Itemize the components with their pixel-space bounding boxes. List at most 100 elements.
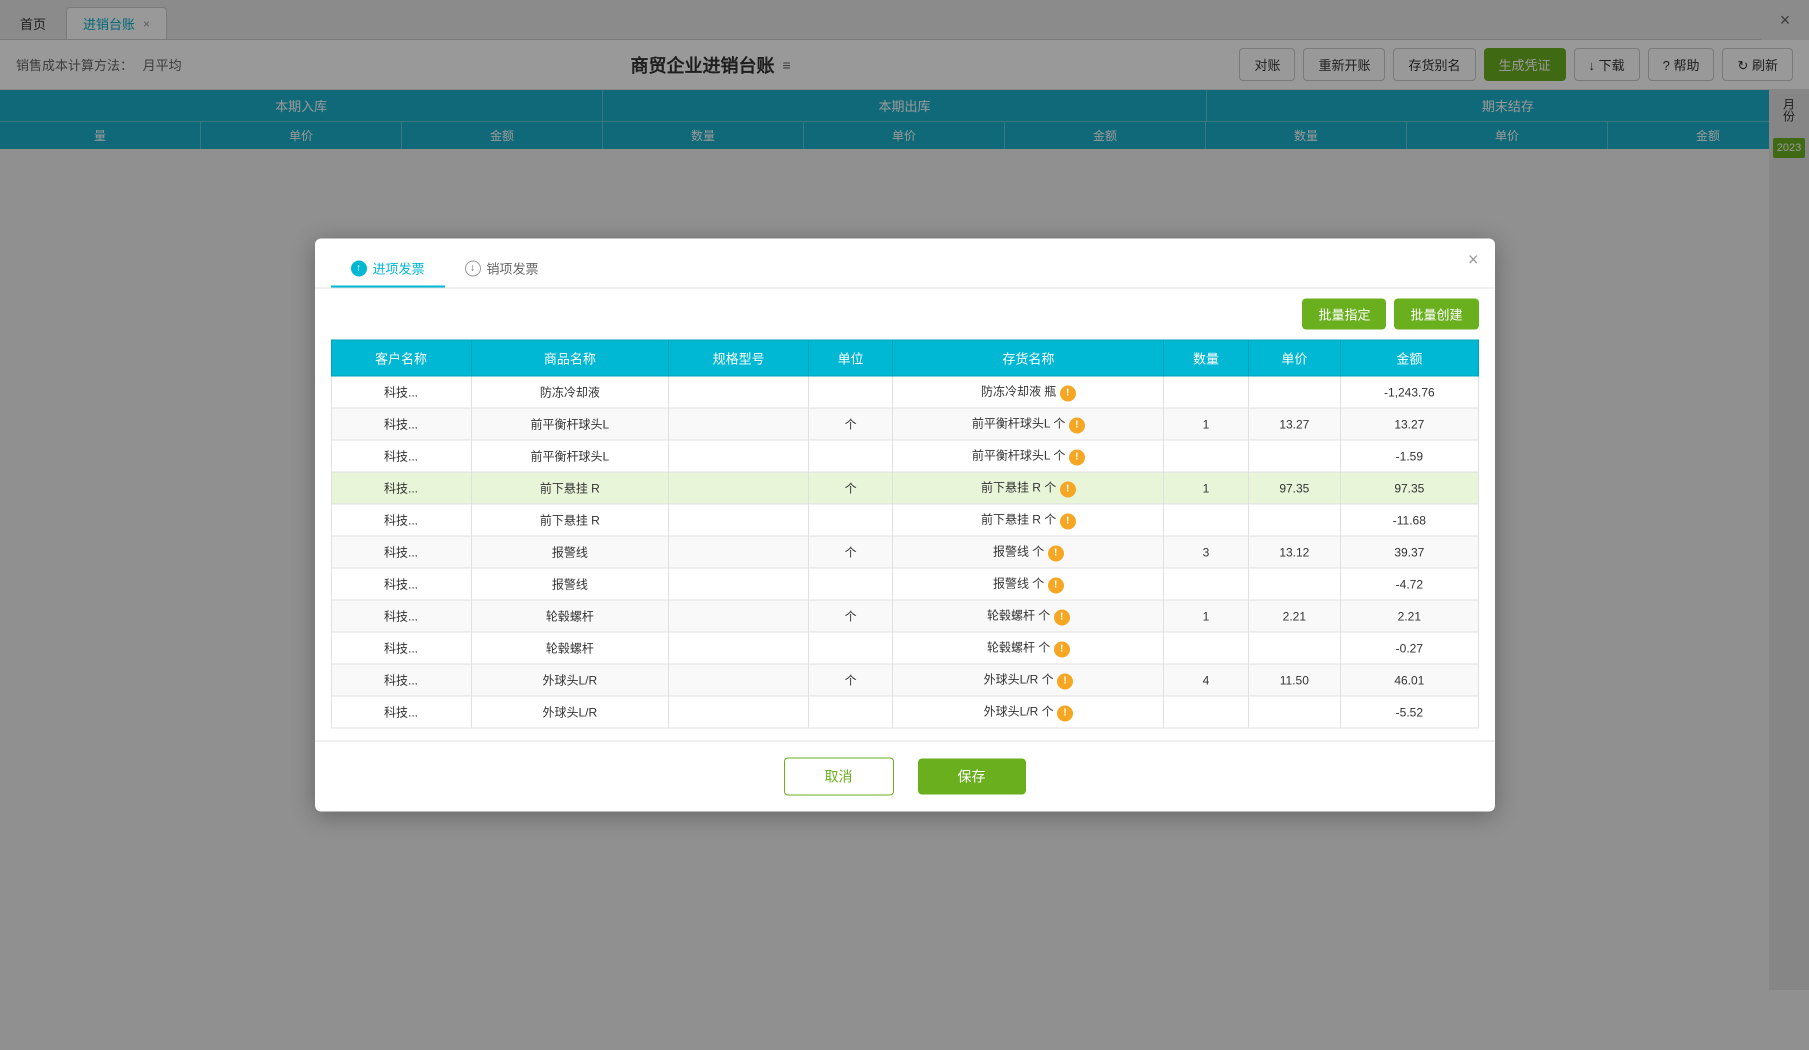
td-customer: 科技... xyxy=(331,536,471,568)
th-spec: 规格型号 xyxy=(669,340,809,376)
td-unit xyxy=(809,568,893,600)
td-product: 前平衡杆球头L xyxy=(471,440,669,472)
td-qty: 1 xyxy=(1164,472,1248,504)
table-row[interactable]: 科技...前平衡杆球头L个前平衡杆球头L 个 !113.2713.27 xyxy=(331,408,1478,440)
td-amount: -5.52 xyxy=(1341,696,1478,728)
td-product: 轮毂螺杆 xyxy=(471,632,669,664)
inventory-name: 防冻冷却液 瓶 xyxy=(981,385,1056,399)
td-product: 报警线 xyxy=(471,568,669,600)
td-spec xyxy=(669,504,809,536)
td-customer: 科技... xyxy=(331,376,471,408)
td-qty xyxy=(1164,504,1248,536)
td-price xyxy=(1248,504,1341,536)
tab-in-invoice[interactable]: ↑ 进项发票 xyxy=(331,251,445,288)
td-inventory: 前下悬挂 R 个 ! xyxy=(893,472,1164,504)
td-inventory: 前平衡杆球头L 个 ! xyxy=(893,408,1164,440)
td-unit: 个 xyxy=(809,408,893,440)
warning-icon: ! xyxy=(1060,482,1076,498)
td-product: 前下悬挂 R xyxy=(471,472,669,504)
td-customer: 科技... xyxy=(331,664,471,696)
table-row[interactable]: 科技...外球头L/R个外球头L/R 个 !411.5046.01 xyxy=(331,664,1478,696)
td-product: 前下悬挂 R xyxy=(471,504,669,536)
td-customer: 科技... xyxy=(331,696,471,728)
modal-close-button[interactable]: × xyxy=(1468,251,1479,269)
td-customer: 科技... xyxy=(331,472,471,504)
table-row[interactable]: 科技...轮毂螺杆轮毂螺杆 个 !-0.27 xyxy=(331,632,1478,664)
tab-out-label: 销项发票 xyxy=(487,259,539,278)
tab-in-label: 进项发票 xyxy=(373,259,425,278)
warning-icon: ! xyxy=(1060,386,1076,402)
th-amount: 金额 xyxy=(1341,340,1478,376)
td-amount: 2.21 xyxy=(1341,600,1478,632)
td-price: 13.12 xyxy=(1248,536,1341,568)
td-qty xyxy=(1164,632,1248,664)
table-row[interactable]: 科技...前下悬挂 R个前下悬挂 R 个 !197.3597.35 xyxy=(331,472,1478,504)
warning-icon: ! xyxy=(1054,642,1070,658)
td-amount: 39.37 xyxy=(1341,536,1478,568)
tab-out-invoice[interactable]: ↓ 销项发票 xyxy=(445,251,559,288)
td-unit: 个 xyxy=(809,664,893,696)
td-customer: 科技... xyxy=(331,440,471,472)
table-header-row: 客户名称 商品名称 规格型号 单位 存货名称 数量 单价 金额 xyxy=(331,340,1478,376)
td-spec xyxy=(669,632,809,664)
th-inventory: 存货名称 xyxy=(893,340,1164,376)
td-inventory: 轮毂螺杆 个 ! xyxy=(893,632,1164,664)
td-amount: 97.35 xyxy=(1341,472,1478,504)
td-customer: 科技... xyxy=(331,408,471,440)
td-price xyxy=(1248,696,1341,728)
th-unit: 单位 xyxy=(809,340,893,376)
td-spec xyxy=(669,600,809,632)
td-product: 前平衡杆球头L xyxy=(471,408,669,440)
td-inventory: 前平衡杆球头L 个 ! xyxy=(893,440,1164,472)
table-row[interactable]: 科技...报警线 报警线 个 ! -4.72 xyxy=(331,568,1478,600)
td-unit: 个 xyxy=(809,536,893,568)
td-unit xyxy=(809,504,893,536)
inventory-name: 前平衡杆球头L 个 xyxy=(972,417,1066,431)
inventory-name: 外球头L/R 个 xyxy=(984,673,1054,687)
td-customer: 科技... xyxy=(331,600,471,632)
td-qty xyxy=(1164,696,1248,728)
td-qty xyxy=(1164,568,1248,600)
inventory-name: 外球头L/R 个 xyxy=(984,705,1054,719)
td-qty: 1 xyxy=(1164,408,1248,440)
table-row[interactable]: 科技...报警线个报警线 个 !313.1239.37 xyxy=(331,536,1478,568)
td-spec xyxy=(669,376,809,408)
th-qty: 数量 xyxy=(1164,340,1248,376)
td-amount: 46.01 xyxy=(1341,664,1478,696)
modal-footer: 取消 保存 xyxy=(315,741,1495,812)
td-unit: 个 xyxy=(809,472,893,504)
td-customer: 科技... xyxy=(331,568,471,600)
td-price: 11.50 xyxy=(1248,664,1341,696)
th-product: 商品名称 xyxy=(471,340,669,376)
batch-assign-button[interactable]: 批量指定 xyxy=(1302,299,1386,330)
td-price: 13.27 xyxy=(1248,408,1341,440)
batch-create-button[interactable]: 批量创建 xyxy=(1394,299,1478,330)
td-product: 防冻冷却液 xyxy=(471,376,669,408)
save-button[interactable]: 保存 xyxy=(918,759,1026,795)
td-customer: 科技... xyxy=(331,504,471,536)
inventory-name: 前平衡杆球头L 个 xyxy=(972,449,1066,463)
td-spec xyxy=(669,408,809,440)
td-product: 外球头L/R xyxy=(471,696,669,728)
table-row[interactable]: 科技...防冻冷却液防冻冷却液 瓶 !-1,243.76 xyxy=(331,376,1478,408)
invoice-table-wrap: 客户名称 商品名称 规格型号 单位 存货名称 数量 单价 金额 科技...防冻冷… xyxy=(315,340,1495,741)
td-inventory: 防冻冷却液 瓶 ! xyxy=(893,376,1164,408)
cancel-button[interactable]: 取消 xyxy=(784,758,894,796)
td-price: 2.21 xyxy=(1248,600,1341,632)
td-price xyxy=(1248,632,1341,664)
td-inventory: 外球头L/R 个 ! xyxy=(893,664,1164,696)
table-row[interactable]: 科技...前平衡杆球头L前平衡杆球头L 个 !-1.59 xyxy=(331,440,1478,472)
inventory-name: 轮毂螺杆 个 xyxy=(987,609,1050,623)
td-amount: -4.72 xyxy=(1341,568,1478,600)
table-row[interactable]: 科技...轮毂螺杆个轮毂螺杆 个 !12.212.21 xyxy=(331,600,1478,632)
warning-icon: ! xyxy=(1069,450,1085,466)
table-row[interactable]: 科技...前下悬挂 R前下悬挂 R 个 !-11.68 xyxy=(331,504,1478,536)
td-price xyxy=(1248,376,1341,408)
th-price: 单价 xyxy=(1248,340,1341,376)
td-price xyxy=(1248,440,1341,472)
table-row[interactable]: 科技...外球头L/R外球头L/R 个 !-5.52 xyxy=(331,696,1478,728)
td-inventory: 报警线 个 ! xyxy=(893,568,1164,600)
td-amount: -11.68 xyxy=(1341,504,1478,536)
inventory-name: 报警线 个 xyxy=(993,577,1044,591)
td-amount: 13.27 xyxy=(1341,408,1478,440)
